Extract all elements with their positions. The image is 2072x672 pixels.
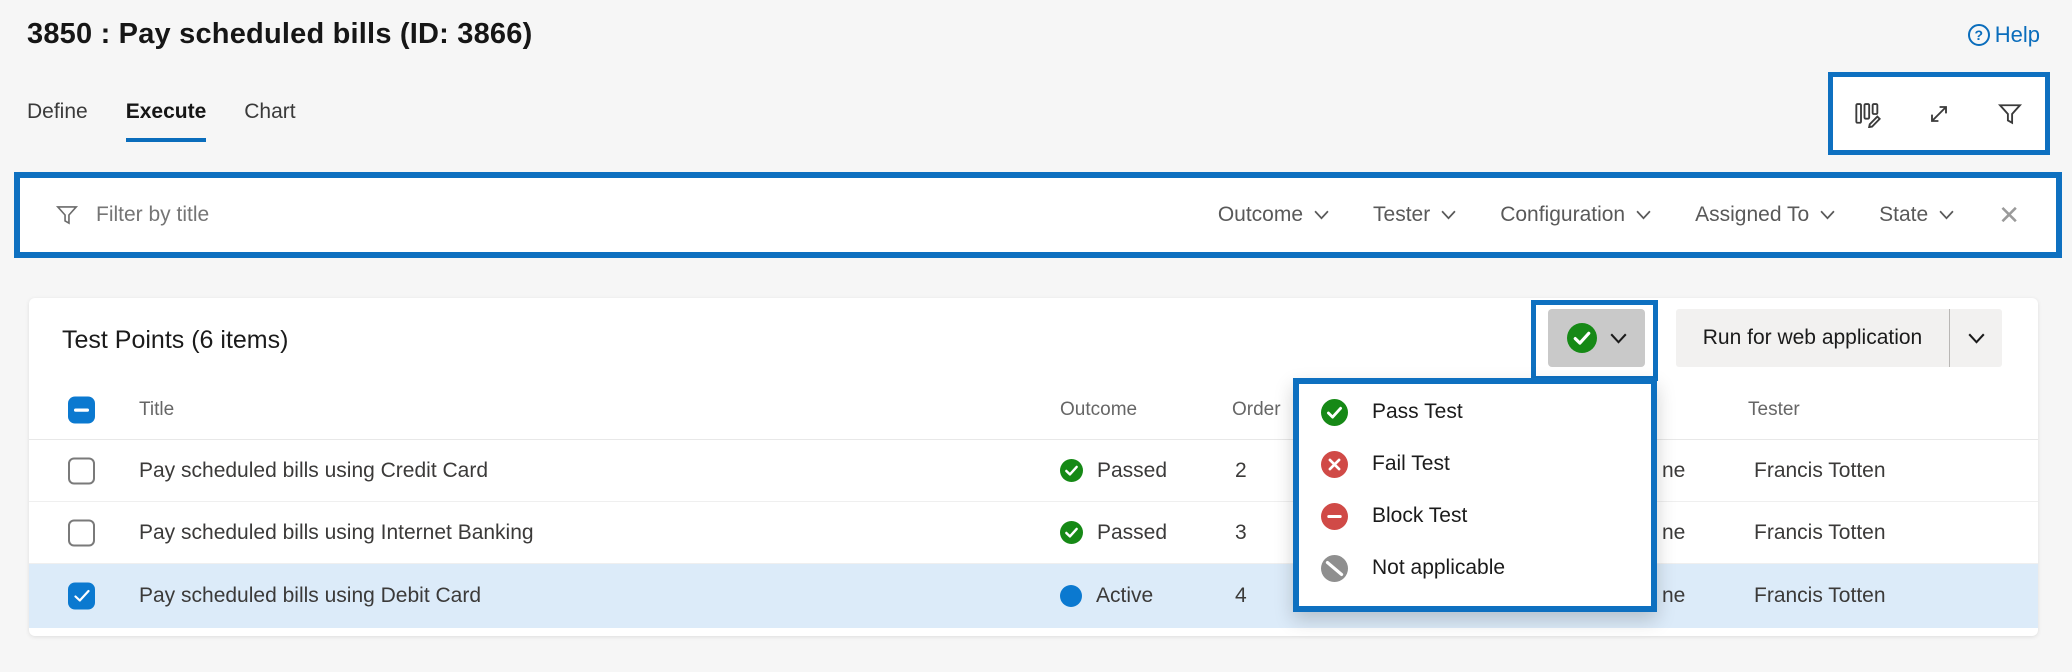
active-icon bbox=[1060, 585, 1082, 607]
filter-dropdown-label: Configuration bbox=[1500, 203, 1625, 227]
indeterminate-minus-icon bbox=[74, 407, 89, 412]
tab-execute[interactable]: Execute bbox=[126, 100, 207, 142]
filter-by-title-input[interactable] bbox=[96, 203, 1218, 227]
filter-bar-annotation-box: Outcome Tester Configuration Assigned To… bbox=[14, 172, 2062, 258]
outcome-menu: Pass Test Fail Test Block Test Not appli… bbox=[1299, 384, 1651, 606]
filter-icon bbox=[1996, 100, 2024, 128]
grid-header-row: Title Outcome Order Tester bbox=[29, 380, 2038, 440]
filter-toggle-button[interactable] bbox=[1987, 91, 2033, 137]
row-tester: Francis Totten bbox=[1754, 521, 1886, 545]
row-checkbox-checked[interactable] bbox=[68, 583, 95, 610]
menu-item-fail-test[interactable]: Fail Test bbox=[1299, 438, 1651, 490]
full-screen-button[interactable] bbox=[1916, 91, 1962, 137]
chevron-down-icon bbox=[1820, 210, 1835, 220]
menu-item-label: Pass Test bbox=[1372, 400, 1463, 424]
filter-bar: Outcome Tester Configuration Assigned To… bbox=[20, 178, 2056, 252]
clipped-configuration-text: ne bbox=[1662, 521, 1685, 545]
chevron-down-icon bbox=[1968, 333, 1985, 344]
menu-item-label: Fail Test bbox=[1372, 452, 1450, 476]
filter-dropdown-outcome[interactable]: Outcome bbox=[1218, 203, 1329, 227]
chevron-down-icon bbox=[1441, 210, 1456, 220]
filter-by-title-icon bbox=[54, 202, 80, 228]
not-applicable-icon bbox=[1321, 555, 1348, 582]
full-screen-icon bbox=[1925, 100, 1953, 128]
column-header-title[interactable]: Title bbox=[139, 399, 174, 421]
row-title: Pay scheduled bills using Debit Card bbox=[139, 584, 481, 608]
filter-dropdown-configuration[interactable]: Configuration bbox=[1500, 203, 1651, 227]
filter-dropdown-label: Assigned To bbox=[1695, 203, 1809, 227]
table-row[interactable]: Pay scheduled bills using Credit Card Pa… bbox=[29, 440, 2038, 502]
toolbar-annotation-box bbox=[1828, 72, 2050, 155]
column-header-order[interactable]: Order bbox=[1232, 399, 1281, 421]
column-options-button[interactable] bbox=[1845, 91, 1891, 137]
filter-dropdown-state[interactable]: State bbox=[1879, 203, 1954, 227]
outcome-label: Active bbox=[1096, 584, 1153, 608]
fail-icon bbox=[1321, 451, 1348, 478]
menu-item-not-applicable[interactable]: Not applicable bbox=[1299, 542, 1651, 594]
row-order: 3 bbox=[1235, 521, 1247, 545]
block-icon bbox=[1321, 503, 1348, 530]
clear-filter-icon[interactable]: ✕ bbox=[1998, 202, 2020, 228]
tab-define[interactable]: Define bbox=[27, 100, 88, 142]
help-question-icon: ? bbox=[1968, 24, 1990, 46]
passed-icon bbox=[1060, 521, 1083, 544]
table-row[interactable]: Pay scheduled bills using Internet Banki… bbox=[29, 502, 2038, 564]
row-tester: Francis Totten bbox=[1754, 459, 1886, 483]
row-checkbox[interactable] bbox=[68, 457, 95, 484]
run-button-label: Run for web application bbox=[1676, 309, 1949, 367]
menu-item-label: Block Test bbox=[1372, 504, 1467, 528]
outcome-label: Passed bbox=[1097, 521, 1167, 545]
pass-icon bbox=[1567, 323, 1597, 353]
column-header-tester[interactable]: Tester bbox=[1748, 399, 1800, 421]
clipped-configuration-text: ne bbox=[1662, 459, 1685, 483]
select-all-checkbox[interactable] bbox=[68, 396, 95, 423]
table-row-selected[interactable]: Pay scheduled bills using Debit Card Act… bbox=[29, 564, 2038, 628]
chevron-down-icon bbox=[1636, 210, 1651, 220]
help-link[interactable]: ? Help bbox=[1968, 22, 2040, 48]
row-order: 2 bbox=[1235, 459, 1247, 483]
filter-dropdown-tester[interactable]: Tester bbox=[1373, 203, 1456, 227]
column-header-outcome[interactable]: Outcome bbox=[1060, 399, 1137, 421]
row-title: Pay scheduled bills using Internet Banki… bbox=[139, 521, 534, 545]
row-order: 4 bbox=[1235, 584, 1247, 608]
outcome-menu-annotation-box: Pass Test Fail Test Block Test Not appli… bbox=[1293, 378, 1657, 612]
chevron-down-icon bbox=[1939, 210, 1954, 220]
menu-item-pass-test[interactable]: Pass Test bbox=[1299, 386, 1651, 438]
run-for-web-application-button[interactable]: Run for web application bbox=[1676, 309, 2002, 367]
filter-dropdowns: Outcome Tester Configuration Assigned To… bbox=[1218, 203, 1954, 227]
pass-icon bbox=[1321, 399, 1348, 426]
tab-chart[interactable]: Chart bbox=[244, 100, 295, 142]
filter-dropdown-label: Outcome bbox=[1218, 203, 1303, 227]
test-points-heading: Test Points (6 items) bbox=[62, 326, 288, 355]
clipped-configuration-text: ne bbox=[1662, 584, 1685, 608]
run-options-button[interactable] bbox=[1950, 309, 2002, 367]
row-checkbox[interactable] bbox=[68, 519, 95, 546]
outcome-label: Passed bbox=[1097, 459, 1167, 483]
test-plan-execute-page: 3850 : Pay scheduled bills (ID: 3866) ? … bbox=[0, 0, 2072, 672]
chevron-down-icon bbox=[1610, 333, 1627, 344]
filter-dropdown-label: Tester bbox=[1373, 203, 1430, 227]
column-options-icon bbox=[1853, 100, 1883, 128]
check-icon bbox=[74, 590, 90, 603]
passed-icon bbox=[1060, 459, 1083, 482]
filter-dropdown-assigned-to[interactable]: Assigned To bbox=[1695, 203, 1835, 227]
chevron-down-icon bbox=[1314, 210, 1329, 220]
row-title: Pay scheduled bills using Credit Card bbox=[139, 459, 488, 483]
menu-item-label: Not applicable bbox=[1372, 556, 1505, 580]
test-points-rows: Pay scheduled bills using Credit Card Pa… bbox=[29, 440, 2038, 628]
page-title: 3850 : Pay scheduled bills (ID: 3866) bbox=[27, 18, 532, 51]
menu-item-block-test[interactable]: Block Test bbox=[1299, 490, 1651, 542]
help-label: Help bbox=[1995, 22, 2040, 48]
mark-outcome-button[interactable] bbox=[1548, 309, 1645, 367]
filter-dropdown-label: State bbox=[1879, 203, 1928, 227]
row-tester: Francis Totten bbox=[1754, 584, 1886, 608]
tab-bar: Define Execute Chart bbox=[27, 100, 296, 142]
